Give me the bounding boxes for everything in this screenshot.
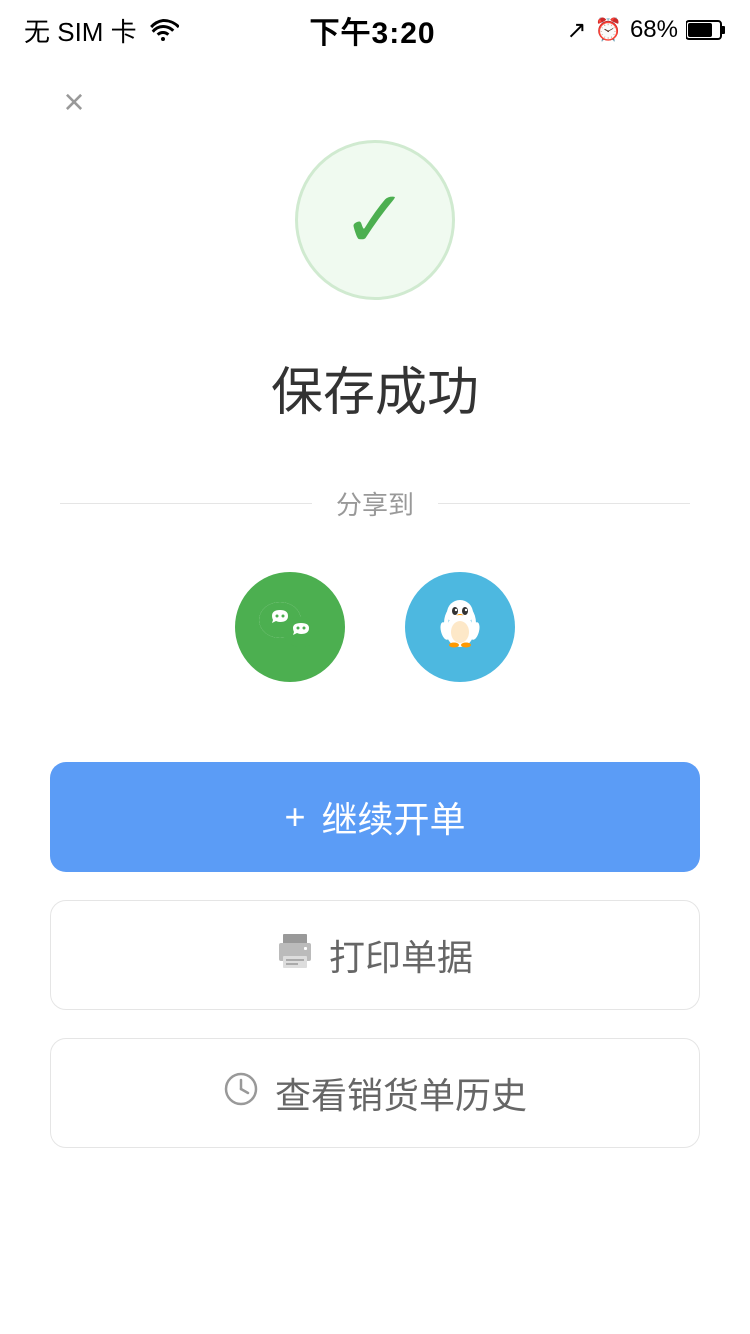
battery-label: 68% (630, 16, 678, 44)
history-icon (223, 1071, 259, 1116)
main-content: ✓ 保存成功 分享到 (0, 60, 750, 1148)
print-receipt-label: 打印单据 (329, 929, 473, 981)
share-icons-group (235, 572, 515, 682)
action-buttons: + 继续开单 打印单据 (0, 762, 750, 1148)
close-icon: × (63, 81, 84, 123)
view-history-label: 查看销货单历史 (275, 1067, 527, 1119)
battery-icon (686, 19, 726, 41)
qq-icon (428, 595, 493, 660)
continue-order-label: 继续开单 (322, 791, 466, 843)
continue-order-button[interactable]: + 继续开单 (50, 762, 700, 872)
status-right: ↗ ⏰ 68% (566, 16, 726, 45)
wechat-icon (258, 600, 323, 655)
print-receipt-button[interactable]: 打印单据 (50, 900, 700, 1010)
divider-line-left (60, 503, 312, 504)
status-left: 无 SIM 卡 (24, 12, 179, 49)
checkmark-icon: ✓ (341, 180, 408, 260)
view-history-button[interactable]: 查看销货单历史 (50, 1038, 700, 1148)
carrier-label: 无 SIM 卡 (24, 12, 137, 49)
success-title: 保存成功 (271, 350, 479, 425)
print-icon (277, 934, 313, 977)
success-circle: ✓ (295, 140, 455, 300)
status-time: 下午3:20 (310, 8, 436, 52)
divider-line-right (438, 503, 690, 504)
wifi-icon (147, 19, 179, 41)
wechat-share-button[interactable] (235, 572, 345, 682)
share-divider: 分享到 (0, 485, 750, 522)
share-divider-text: 分享到 (312, 485, 438, 522)
close-button[interactable]: × (44, 72, 104, 132)
qq-share-button[interactable] (405, 572, 515, 682)
location-icon: ↗ (566, 16, 586, 45)
plus-icon: + (284, 796, 305, 838)
status-bar: 无 SIM 卡 下午3:20 ↗ ⏰ 68% (0, 0, 750, 60)
alarm-icon: ⏰ (595, 17, 622, 43)
